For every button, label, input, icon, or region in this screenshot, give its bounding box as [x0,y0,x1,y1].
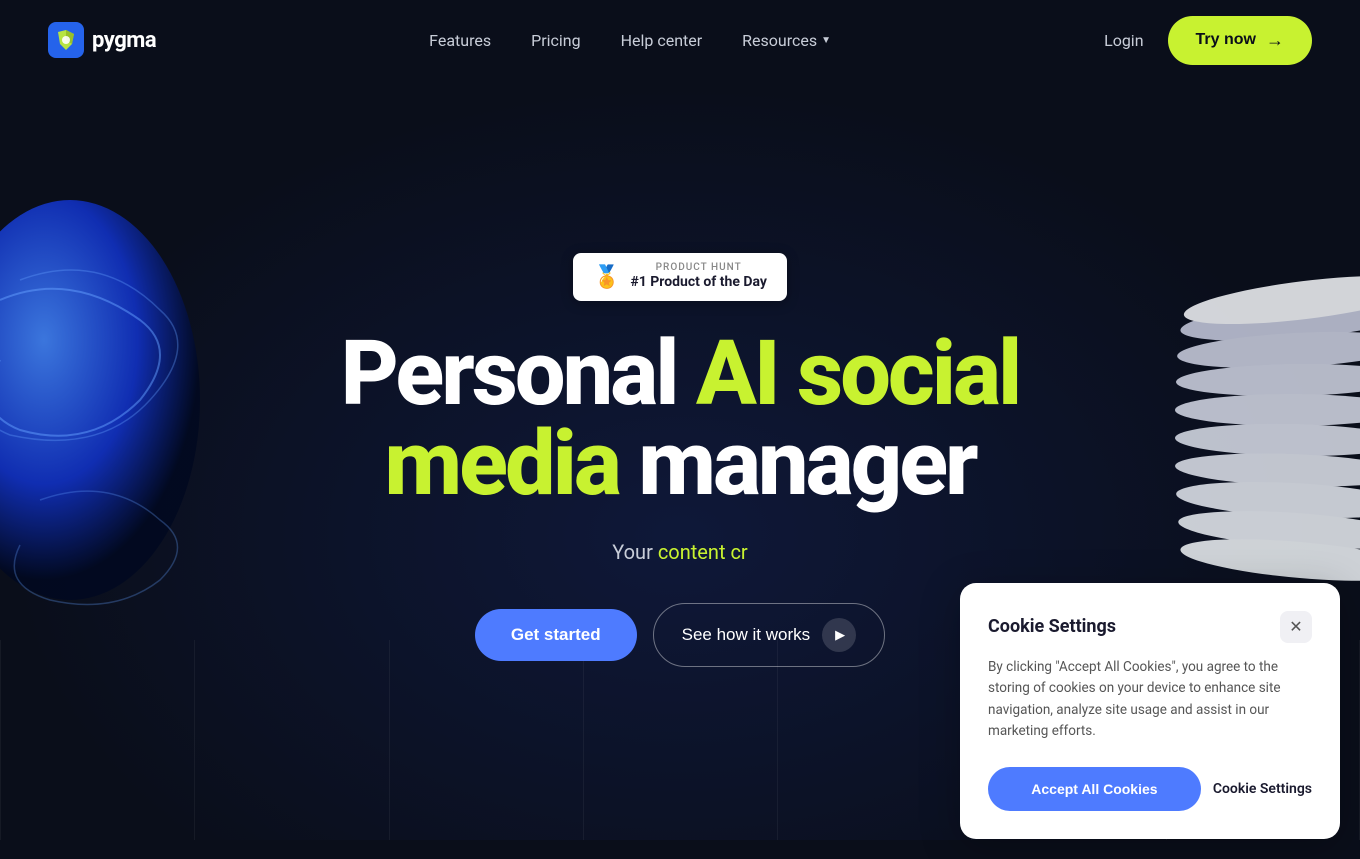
nav-link-pricing[interactable]: Pricing [531,31,581,50]
headline-media: media [384,411,618,516]
logo-icon [48,22,84,58]
cta-buttons: Get started See how it works ▶ [475,603,885,667]
accept-all-cookies-button[interactable]: Accept All Cookies [988,767,1201,811]
close-icon: ✕ [1289,617,1302,637]
cookie-modal: Cookie Settings ✕ By clicking "Accept Al… [960,583,1340,839]
nav-item-resources[interactable]: Resources ▼ [742,31,831,50]
get-started-button[interactable]: Get started [475,609,637,661]
try-now-button[interactable]: Try now → [1168,16,1312,65]
product-hunt-badge: 🏅 PRODUCT HUNT #1 Product of the Day [573,253,787,301]
see-how-button[interactable]: See how it works ▶ [653,603,886,667]
blue-sphere-decoration [0,180,240,580]
login-link[interactable]: Login [1104,31,1143,50]
arrow-icon: → [1266,30,1284,51]
nav-item-help[interactable]: Help center [621,31,703,50]
hero-headline: Personal AI social media manager [341,329,1020,509]
cookie-settings-link[interactable]: Cookie Settings [1213,781,1312,797]
nav-link-help[interactable]: Help center [621,31,703,50]
nav-links: Features Pricing Help center Resources ▼ [429,31,831,50]
medal-icon: 🏅 [593,265,620,290]
nav-item-pricing[interactable]: Pricing [531,31,581,50]
nav-link-features[interactable]: Features [429,31,491,50]
headline-manager: manager [638,411,975,516]
cookie-close-button[interactable]: ✕ [1280,611,1312,643]
cookie-body: By clicking "Accept All Cookies", you ag… [988,657,1312,743]
play-icon: ▶ [822,618,856,652]
navbar: pygma Features Pricing Help center Resou… [0,0,1360,80]
cookie-header: Cookie Settings ✕ [988,611,1312,643]
cookie-actions: Accept All Cookies Cookie Settings [988,767,1312,811]
nav-link-resources[interactable]: Resources ▼ [742,31,831,50]
chevron-down-icon: ▼ [821,35,831,46]
cookie-title: Cookie Settings [988,616,1116,637]
nav-right: Login Try now → [1104,16,1312,65]
logo-text: pygma [92,28,156,53]
logo[interactable]: pygma [48,22,156,58]
hero-content: 🏅 PRODUCT HUNT #1 Product of the Day Per… [341,253,1020,667]
nav-item-features[interactable]: Features [429,31,491,50]
hero-subtext: Your content cr [612,537,747,567]
subtext-highlight: content cr [658,540,748,564]
